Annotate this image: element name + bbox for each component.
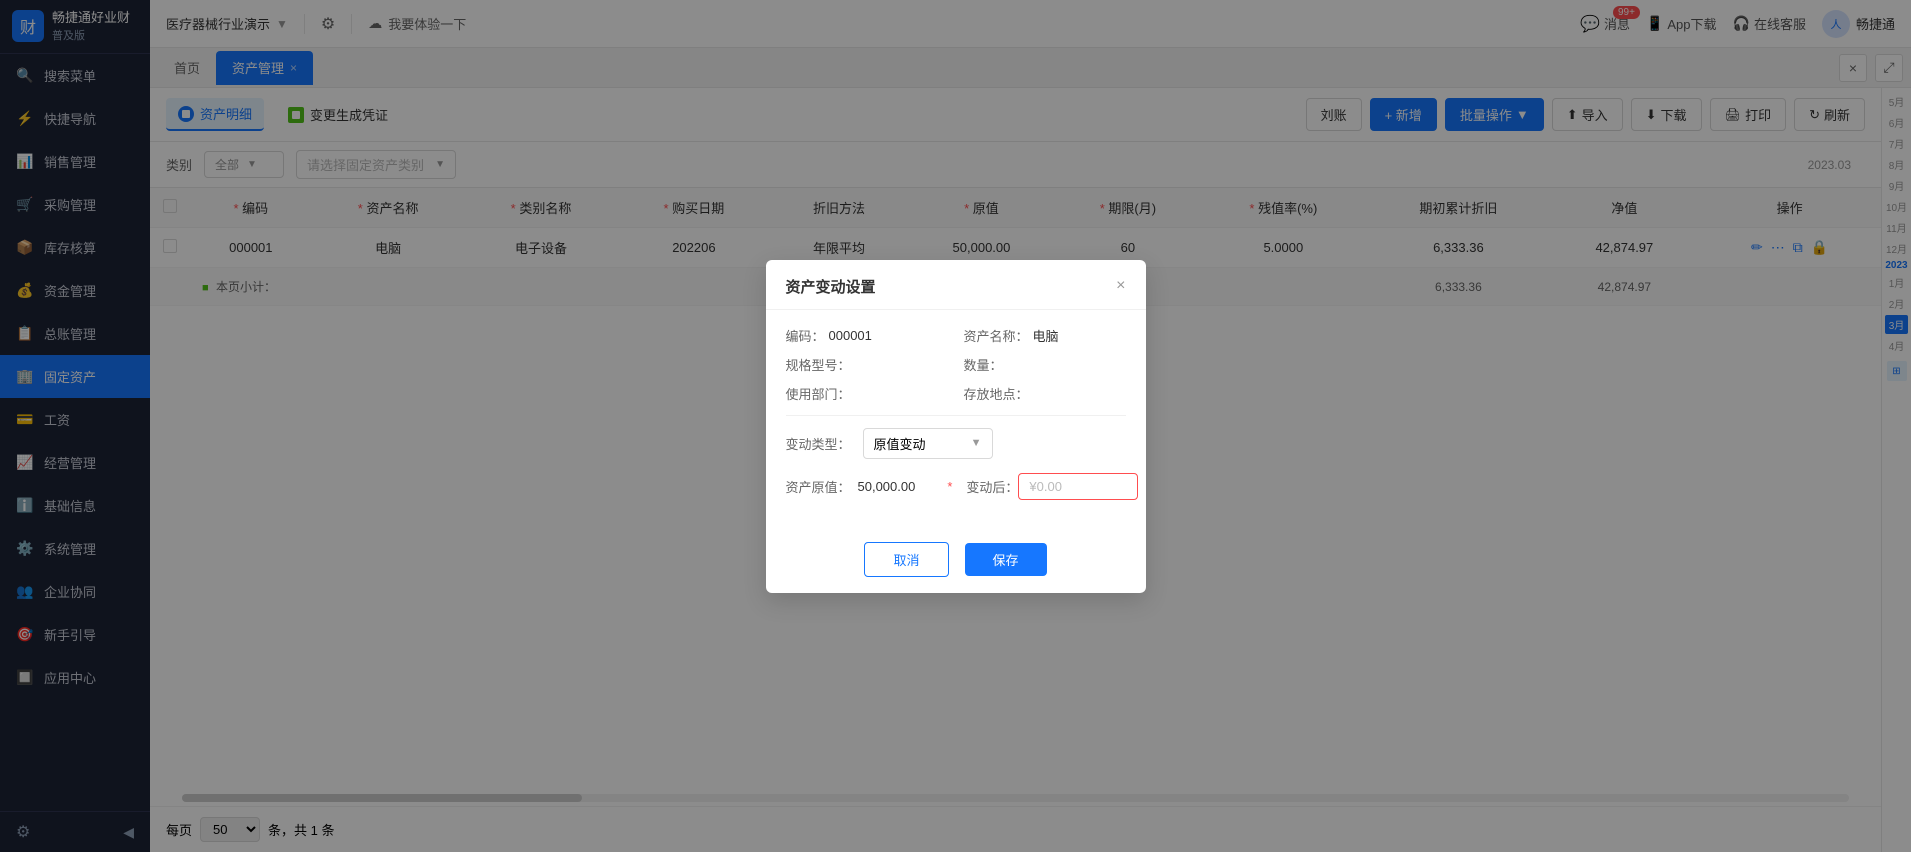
after-value-input[interactable]	[1018, 473, 1138, 500]
change-type-select[interactable]: 原值变动 ▼	[863, 428, 993, 459]
after-label: 变动后：	[966, 477, 1006, 496]
change-type-value: 原值变动	[874, 434, 926, 453]
modal-location-field: 存放地点：	[964, 384, 1126, 403]
modal-spec-field: 规格型号：	[786, 355, 948, 374]
modal-title: 资产变动设置	[786, 276, 876, 297]
change-type-label: 变动类型：	[786, 434, 851, 453]
change-type-row: 变动类型： 原值变动 ▼	[786, 428, 1126, 459]
original-value-label: 资产原值：	[786, 477, 846, 496]
cancel-button[interactable]: 取消	[864, 542, 948, 577]
original-value-row: 资产原值： 50,000.00 * 变动后：	[786, 473, 1126, 500]
original-value-display: 50,000.00	[858, 479, 916, 494]
modal-code-field: 编码： 000001	[786, 326, 948, 345]
modal-divider	[786, 415, 1126, 416]
modal-body: 编码： 000001 资产名称： 电脑 规格型号： 数量： 使用部门：	[766, 310, 1146, 530]
modal-asset-name-field: 资产名称： 电脑	[964, 326, 1126, 345]
modal-close-button[interactable]: ×	[1116, 277, 1125, 295]
save-button[interactable]: 保存	[965, 543, 1047, 576]
modal-code-value: 000001	[829, 328, 872, 343]
asset-change-modal: 资产变动设置 × 编码： 000001 资产名称： 电脑 规格型号： 数量：	[766, 260, 1146, 593]
modal-dept-field: 使用部门：	[786, 384, 948, 403]
required-star: *	[947, 479, 952, 494]
modal-footer: 取消 保存	[766, 530, 1146, 593]
modal-header: 资产变动设置 ×	[766, 260, 1146, 310]
modal-info-grid: 编码： 000001 资产名称： 电脑 规格型号： 数量： 使用部门：	[786, 326, 1126, 403]
modal-quantity-field: 数量：	[964, 355, 1126, 374]
change-type-dropdown-icon: ▼	[971, 437, 982, 449]
modal-asset-name-value: 电脑	[1033, 326, 1059, 345]
modal-overlay: 资产变动设置 × 编码： 000001 资产名称： 电脑 规格型号： 数量：	[0, 0, 1911, 852]
